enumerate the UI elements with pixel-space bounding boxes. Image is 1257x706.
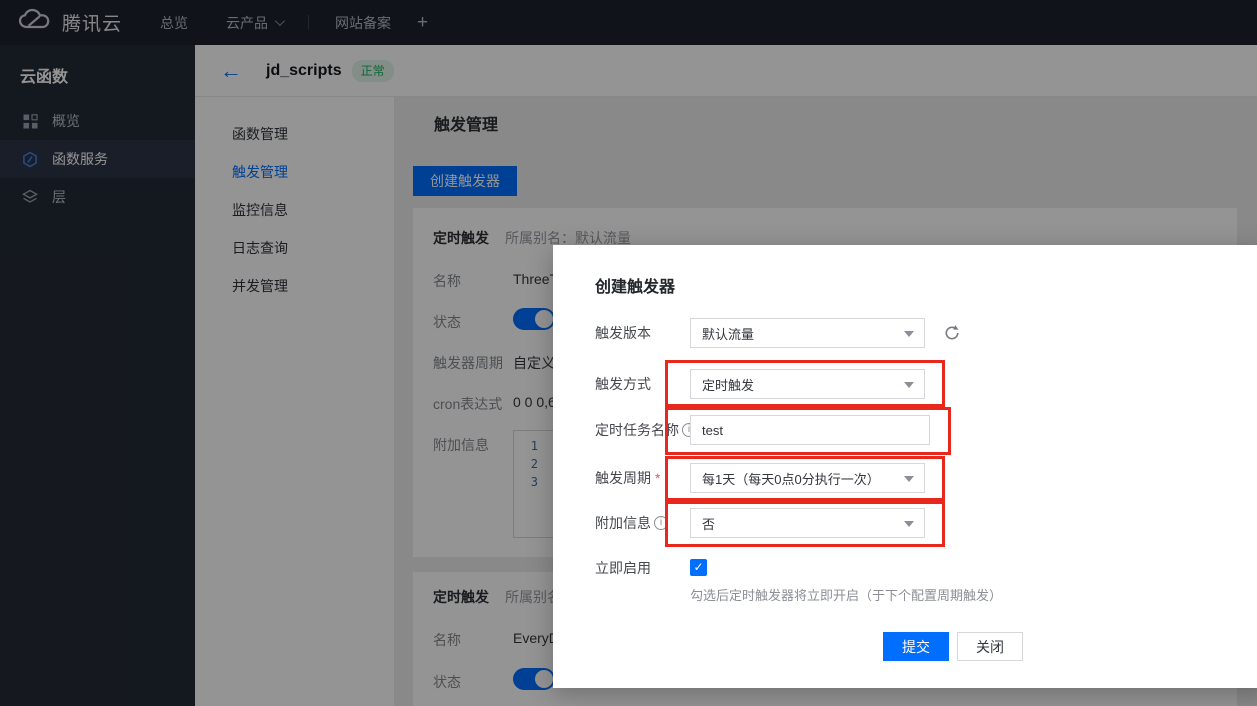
close-button[interactable]: 关闭: [957, 632, 1023, 661]
cycle-select[interactable]: 每1天（每天0点0分执行一次）: [690, 463, 925, 493]
version-select-value: 默认流量: [702, 324, 754, 343]
page: 腾讯云 总览 云产品 网站备案 + 云函数 概览: [0, 0, 1257, 706]
cycle-label: 触发周期*: [595, 463, 660, 493]
task-name-label: 定时任务名称i*: [595, 415, 705, 445]
extra-info-select[interactable]: 否: [690, 508, 925, 538]
version-label: 触发版本: [595, 318, 651, 348]
cycle-select-value: 每1天（每天0点0分执行一次）: [702, 469, 880, 488]
required-mark: *: [655, 463, 660, 493]
info-icon: i: [654, 516, 668, 530]
enable-hint: 勾选后定时触发器将立即开启（于下个配置周期触发）: [690, 585, 1002, 604]
caret-down-icon: [904, 382, 914, 388]
task-name-input[interactable]: [690, 415, 930, 445]
check-icon: ✓: [693, 560, 703, 574]
method-select-value: 定时触发: [702, 375, 754, 394]
method-label: 触发方式: [595, 369, 651, 399]
caret-down-icon: [904, 521, 914, 527]
submit-button[interactable]: 提交: [883, 632, 949, 661]
version-select[interactable]: 默认流量: [690, 318, 925, 348]
enable-checkbox[interactable]: ✓: [690, 559, 707, 576]
extra-info-select-value: 否: [702, 514, 715, 533]
enable-label: 立即启用: [595, 553, 651, 583]
caret-down-icon: [904, 331, 914, 337]
modal-title: 创建触发器: [595, 273, 675, 297]
method-select[interactable]: 定时触发: [690, 369, 925, 399]
refresh-icon[interactable]: [943, 324, 961, 342]
caret-down-icon: [904, 476, 914, 482]
extra-info-label: 附加信息i: [595, 508, 668, 538]
create-trigger-modal: 创建触发器 触发版本 默认流量 触发方式 定时触发 定时任务名称i* 触发周期*: [553, 245, 1257, 688]
